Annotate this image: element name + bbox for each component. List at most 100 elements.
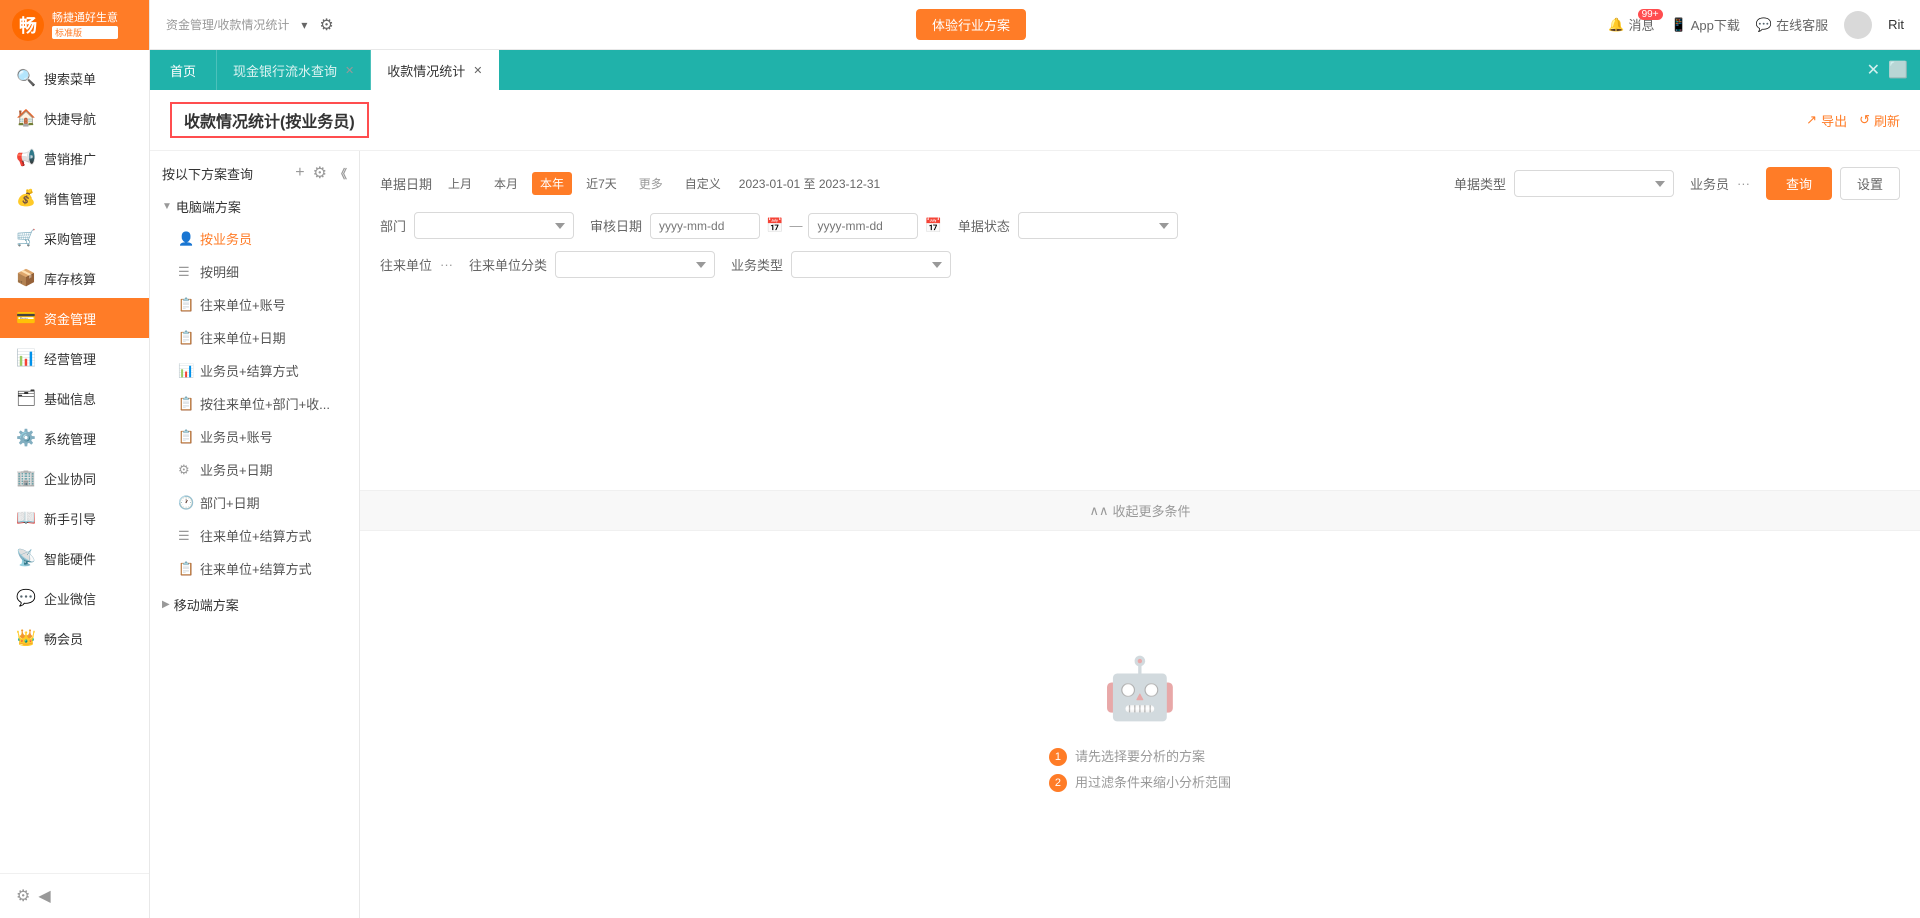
system-icon: ⚙️ [16,428,36,448]
scheme-item-salesman-date[interactable]: ⚙ 业务员+日期 [150,453,359,486]
date-btn-last-month[interactable]: 上月 [440,172,480,195]
guide-icon: 📖 [16,508,36,528]
scheme-item-dept-date[interactable]: 🕐 部门+日期 [150,486,359,519]
tabs-bar: 首页 现金银行流水查询 ✕ 收款情况统计 ✕ ✕ ⬜ [150,50,1920,90]
scheme-section-mobile-title[interactable]: ▶ 移动端方案 [150,589,359,620]
export-btn[interactable]: ↗ 导出 [1806,111,1847,130]
dept-date-icon: 🕐 [178,495,194,511]
scheme-item-salesman-account[interactable]: 📋 业务员+账号 [150,420,359,453]
date-btn-more[interactable]: 更多 [631,172,671,195]
sidebar-item-marketing[interactable]: 📢 营销推广 [0,138,149,178]
topbar-dropdown-icon[interactable]: ▾ [301,18,307,32]
scheme-item-partner-date[interactable]: 📋 往来单位+日期 [150,321,359,354]
scheme-item-partner-dept-receipt[interactable]: 📋 按往来单位+部门+收... [150,387,359,420]
review-date-field: 审核日期 📅 — 📅 [590,213,942,239]
collapse-sidebar-icon[interactable]: ◀ [38,886,50,906]
doc-type-select[interactable] [1514,170,1674,197]
partner-dots[interactable]: ··· [440,257,453,272]
sidebar-item-quick-nav[interactable]: 🏠 快捷导航 [0,98,149,138]
page-content: 收款情况统计(按业务员) ↗ 导出 ↺ 刷新 按以下方案查询 [150,90,1920,918]
partner-type-select[interactable] [555,251,715,278]
refresh-btn[interactable]: ↺ 刷新 [1859,111,1900,130]
purchase-icon: 🛒 [16,228,36,248]
review-date-start[interactable] [650,213,760,239]
biz-type-field: 业务类型 [731,251,951,278]
biz-type-select[interactable] [791,251,951,278]
scheme-section-pc-title[interactable]: ▼ 电脑端方案 [150,191,359,222]
collapse-bar[interactable]: ∧∧ 收起更多条件 [360,490,1920,530]
search-icon: 🔍 [16,68,36,88]
hardware-icon: 📡 [16,548,36,568]
scheme-item-partner-settlement2[interactable]: 📋 往来单位+结算方式 [150,552,359,585]
salesman-account-icon: 📋 [178,429,194,445]
settings-bottom-icon[interactable]: ⚙ [16,886,30,906]
scheme-section-pc: ▼ 电脑端方案 👤 按业务员 ☰ 按明细 📋 往来单位+账号 [150,191,359,585]
filter-row-3: 往来单位 ··· 往来单位分类 业务类型 [380,251,1900,278]
scheme-item-partner-settlement1[interactable]: ☰ 往来单位+结算方式 [150,519,359,552]
marketing-icon: 📢 [16,148,36,168]
scheme-collapse-icon[interactable]: 《 [335,165,347,182]
breadcrumb: 资金管理/收款情况统计 [166,16,289,33]
sidebar-item-inventory[interactable]: 📦 库存核算 [0,258,149,298]
tab-bank-flow[interactable]: 现金银行流水查询 ✕ [217,50,371,90]
date-btn-this-year[interactable]: 本年 [532,172,572,195]
date-btn-this-month[interactable]: 本月 [486,172,526,195]
cal-start-icon[interactable]: 📅 [766,217,783,234]
sidebar-item-finance[interactable]: 💳 资金管理 [0,298,149,338]
filter-area: 单据日期 上月 本月 本年 近7天 更多 自定义 2023-01-01 至 20… [360,151,1920,490]
window-close-icon[interactable]: ✕ [1867,60,1880,80]
salesman-dots[interactable]: ··· [1737,176,1750,191]
notice-item[interactable]: 🔔 消息 99+ [1608,15,1654,34]
empty-step-1: 1 请先选择要分析的方案 [1049,744,1231,770]
sidebar-item-search-menu[interactable]: 🔍 搜索菜单 [0,58,149,98]
sidebar-item-basic[interactable]: 🗂 基础信息 [0,378,149,418]
home-icon: 🏠 [16,108,36,128]
scheme-item-salesman-settlement[interactable]: 📊 业务员+结算方式 [150,354,359,387]
scheme-settings-icon[interactable]: ⚙ [313,163,327,183]
dept-field: 部门 [380,212,574,239]
user-avatar[interactable] [1844,11,1872,39]
sidebar-item-sales[interactable]: 💰 销售管理 [0,178,149,218]
tab-receipt-stats[interactable]: 收款情况统计 ✕ [371,50,499,90]
scheme-item-partner-account[interactable]: 📋 往来单位+账号 [150,288,359,321]
partner-field: 往来单位 ··· [380,255,453,274]
query-btn[interactable]: 查询 [1766,167,1832,200]
doc-status-select[interactable] [1018,212,1178,239]
empty-state: 🤖 1 请先选择要分析的方案 2 用过滤条件来缩小分析范围 [360,530,1920,918]
scheme-item-by-salesman[interactable]: 👤 按业务员 [150,222,359,255]
sidebar-item-member[interactable]: 👑 畅会员 [0,618,149,658]
date-btn-custom[interactable]: 自定义 [677,172,729,195]
sidebar-item-guide[interactable]: 📖 新手引导 [0,498,149,538]
salesman-field: 业务员 ··· [1690,174,1750,193]
sidebar-item-hardware[interactable]: 📡 智能硬件 [0,538,149,578]
detail-icon: ☰ [178,264,194,280]
tab-receipt-stats-close[interactable]: ✕ [473,64,482,77]
partner-settlement2-icon: 📋 [178,561,194,577]
window-maximize-icon[interactable]: ⬜ [1888,60,1908,80]
sidebar-item-operation[interactable]: 📊 经营管理 [0,338,149,378]
sidebar-item-purchase[interactable]: 🛒 采购管理 [0,218,149,258]
topbar-gear-icon[interactable]: ⚙ [319,15,333,35]
settings-filter-btn[interactable]: 设置 [1840,167,1900,200]
sidebar-item-corp[interactable]: 🏢 企业协同 [0,458,149,498]
partner-dept-icon: 📋 [178,396,194,412]
dept-select[interactable] [414,212,574,239]
online-service-item[interactable]: 💬 在线客服 [1756,15,1828,34]
scheme-panel: 按以下方案查询 + ⚙ 《 ▼ 电脑端方案 👤 按业务员 [150,151,360,918]
tabs-right: ✕ ⬜ [1867,60,1920,80]
trial-btn[interactable]: 体验行业方案 [916,9,1026,40]
scheme-add-icon[interactable]: + [295,164,304,182]
scheme-item-by-detail[interactable]: ☰ 按明细 [150,255,359,288]
empty-robot-icon: 🤖 [1103,653,1178,724]
cal-end-icon[interactable]: 📅 [924,217,941,234]
sidebar-item-wechat[interactable]: 💬 企业微信 [0,578,149,618]
review-date-end[interactable] [808,213,918,239]
tab-bank-flow-close[interactable]: ✕ [345,64,354,77]
scheme-header-actions: + ⚙ 《 [295,163,347,183]
tab-home[interactable]: 首页 [150,50,217,90]
date-btn-last-7[interactable]: 近7天 [578,172,625,195]
app-download-item[interactable]: 📱 App下载 [1671,15,1740,34]
inventory-icon: 📦 [16,268,36,288]
partner-date-icon: 📋 [178,330,194,346]
sidebar-item-system[interactable]: ⚙️ 系统管理 [0,418,149,458]
